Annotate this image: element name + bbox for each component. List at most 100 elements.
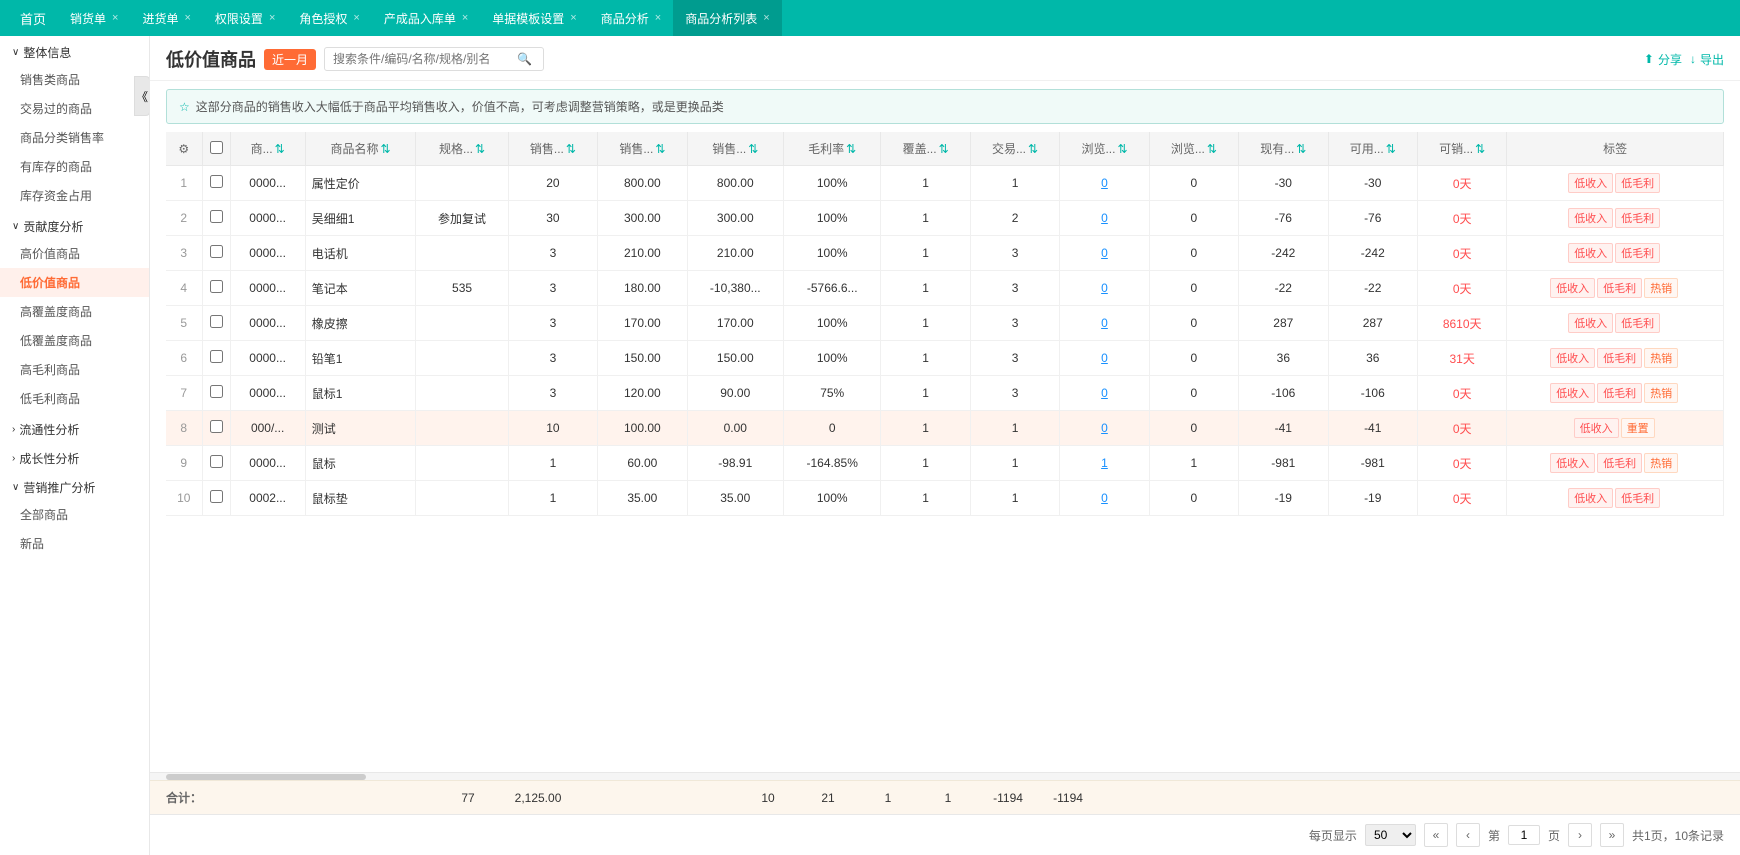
row-checkbox[interactable] (210, 175, 223, 188)
sidebar-item-low-margin[interactable]: 低毛利商品 (0, 384, 149, 413)
sidebar-item-low-value[interactable]: 低价值商品 (0, 268, 149, 297)
sidebar-item-sales-products[interactable]: 销售类商品 (0, 65, 149, 94)
sidebar-item-high-margin[interactable]: 高毛利商品 (0, 355, 149, 384)
footer-sales-price: 2,125.00 (498, 791, 578, 805)
scroll-thumb[interactable] (166, 774, 366, 780)
sort-gross-margin-icon[interactable]: ⇅ (846, 142, 856, 156)
search-input[interactable] (333, 52, 513, 66)
sort-current-icon[interactable]: ⇅ (1296, 142, 1306, 156)
row-sales-amount: 170.00 (687, 306, 783, 341)
close-template-icon[interactable]: × (570, 12, 576, 24)
row-checkbox[interactable] (210, 210, 223, 223)
sort-sales-amount-icon[interactable]: ⇅ (748, 142, 758, 156)
tag-低收入: 低收入 (1550, 383, 1595, 403)
browse1-link[interactable]: 1 (1101, 456, 1108, 470)
row-checkbox-cell (202, 411, 230, 446)
export-button[interactable]: ↓ 导出 (1690, 51, 1724, 68)
sort-browse1-icon[interactable]: ⇅ (1117, 142, 1127, 156)
row-checkbox[interactable] (210, 420, 223, 433)
nav-purchase-order[interactable]: 进货单 × (130, 0, 202, 36)
row-code: 0000... (230, 306, 305, 341)
table-body: 1 0000... 属性定价 20 800.00 800.00 100% 1 1… (166, 166, 1724, 516)
sidebar-item-all-products[interactable]: 全部商品 (0, 500, 149, 529)
close-product-analysis-icon[interactable]: × (655, 12, 661, 24)
search-icon[interactable]: 🔍 (517, 52, 532, 66)
sidebar-item-high-coverage[interactable]: 高覆盖度商品 (0, 297, 149, 326)
close-role-auth-icon[interactable]: × (353, 12, 359, 24)
nav-product-analysis[interactable]: 商品分析 × (589, 0, 673, 36)
nav-permission-setting[interactable]: 权限设置 × (203, 0, 287, 36)
sidebar-group-marketing[interactable]: ∨ 营销推广分析 (0, 471, 149, 500)
nav-home[interactable]: 首页 (8, 0, 58, 36)
prev-page-button[interactable]: ‹ (1456, 823, 1480, 847)
filter-recent-month-button[interactable]: 近一月 (264, 49, 316, 70)
sort-sales-qty-icon[interactable]: ⇅ (566, 142, 576, 156)
total-info: 共1页，10条记录 (1632, 827, 1724, 844)
sidebar-item-category-sales-rate[interactable]: 商品分类销售率 (0, 123, 149, 152)
col-sales-qty-header: 销售...⇅ (508, 132, 597, 166)
row-num: 8 (166, 411, 202, 446)
nav-sales-order[interactable]: 销货单 × (58, 0, 130, 36)
close-sales-order-icon[interactable]: × (112, 12, 118, 24)
row-num: 10 (166, 481, 202, 516)
row-available: -981 (1328, 446, 1417, 481)
content-header: 低价值商品 近一月 🔍 ⬆ 分享 ↓ 导出 (150, 36, 1740, 81)
per-page-select[interactable]: 50 100 (1365, 824, 1416, 846)
sort-sales-price-icon[interactable]: ⇅ (655, 142, 665, 156)
row-browse1[interactable]: 1 (1060, 446, 1149, 481)
share-icon: ⬆ (1644, 52, 1654, 66)
last-page-button[interactable]: » (1600, 823, 1624, 847)
sort-trade-icon[interactable]: ⇅ (1028, 142, 1038, 156)
row-tags: 低收入低毛利热销 (1507, 271, 1724, 306)
row-checkbox[interactable] (210, 350, 223, 363)
next-page-button[interactable]: › (1568, 823, 1592, 847)
close-product-analysis-list-icon[interactable]: × (763, 12, 769, 24)
sort-name-icon[interactable]: ⇅ (381, 142, 391, 156)
row-checkbox[interactable] (210, 490, 223, 503)
sort-browse2-icon[interactable]: ⇅ (1207, 142, 1217, 156)
sidebar-group-contribution[interactable]: ∨ 贡献度分析 (0, 210, 149, 239)
row-checkbox[interactable] (210, 455, 223, 468)
row-current: -41 (1239, 411, 1328, 446)
page-input[interactable]: 1 (1508, 825, 1540, 845)
horizontal-scrollbar[interactable] (150, 772, 1740, 780)
sort-available-icon[interactable]: ⇅ (1386, 142, 1396, 156)
row-available: -242 (1328, 236, 1417, 271)
row-checkbox[interactable] (210, 280, 223, 293)
sidebar-item-traded-products[interactable]: 交易过的商品 (0, 94, 149, 123)
row-checkbox[interactable] (210, 245, 223, 258)
nav-production-in[interactable]: 产成品入库单 × (372, 0, 480, 36)
sidebar-item-new-products[interactable]: 新品 (0, 529, 149, 558)
row-tags: 低收入低毛利 (1507, 166, 1724, 201)
close-production-in-icon[interactable]: × (462, 12, 468, 24)
sidebar-item-stock-capital[interactable]: 库存资金占用 (0, 181, 149, 210)
sort-spec-icon[interactable]: ⇅ (475, 142, 485, 156)
sidebar-group-overview[interactable]: ∨ 整体信息 (0, 36, 149, 65)
sidebar-collapse-button[interactable]: 《 (134, 76, 150, 116)
row-checkbox-cell (202, 166, 230, 201)
sidebar-item-high-value[interactable]: 高价值商品 (0, 239, 149, 268)
sidebar-group-growth[interactable]: › 成长性分析 (0, 442, 149, 471)
sidebar-item-low-coverage[interactable]: 低覆盖度商品 (0, 326, 149, 355)
sidebar-item-stock-products[interactable]: 有库存的商品 (0, 152, 149, 181)
sort-coverage-icon[interactable]: ⇅ (939, 142, 949, 156)
browse1-value: 0 (1101, 491, 1108, 505)
row-checkbox[interactable] (210, 385, 223, 398)
sort-code-icon[interactable]: ⇅ (275, 142, 285, 156)
row-sales-amount: 0.00 (687, 411, 783, 446)
close-purchase-order-icon[interactable]: × (184, 12, 190, 24)
col-trade-header: 交易...⇅ (970, 132, 1059, 166)
row-gross-margin: 75% (783, 376, 880, 411)
nav-role-auth[interactable]: 角色授权 × (287, 0, 371, 36)
first-page-button[interactable]: « (1424, 823, 1448, 847)
share-button[interactable]: ⬆ 分享 (1644, 51, 1682, 68)
nav-template-setting[interactable]: 单据模板设置 × (480, 0, 588, 36)
nav-product-analysis-list[interactable]: 商品分析列表 × (673, 0, 781, 36)
sort-saleable-icon[interactable]: ⇅ (1475, 142, 1485, 156)
gear-icon[interactable]: ⚙ (178, 142, 189, 156)
row-tags: 低收入低毛利热销 (1507, 376, 1724, 411)
row-checkbox[interactable] (210, 315, 223, 328)
select-all-checkbox[interactable] (210, 141, 223, 154)
close-permission-icon[interactable]: × (269, 12, 275, 24)
sidebar-group-circulation[interactable]: › 流通性分析 (0, 413, 149, 442)
